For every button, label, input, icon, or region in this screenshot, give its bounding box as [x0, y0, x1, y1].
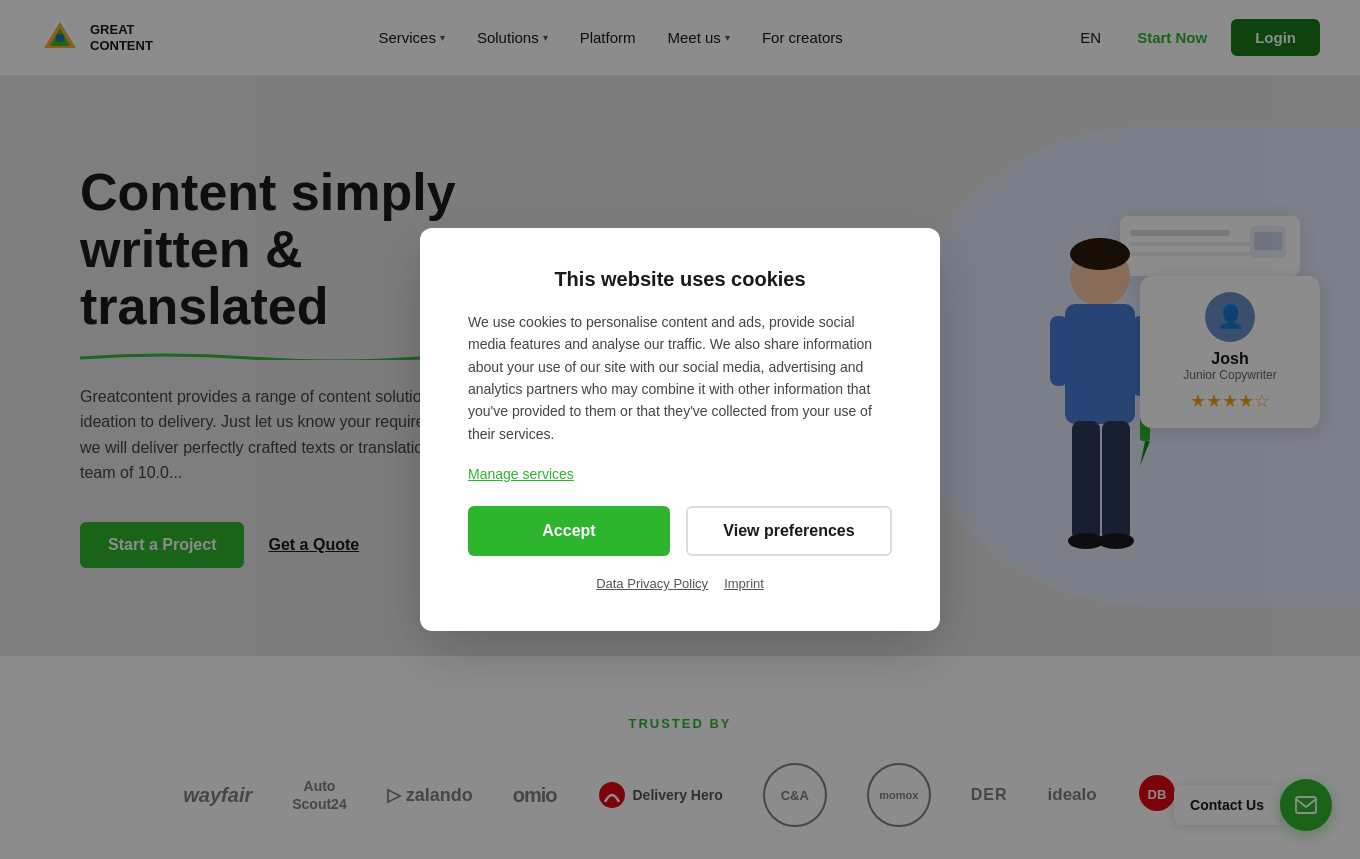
imprint-link[interactable]: Imprint — [724, 576, 764, 591]
cookie-modal-title: This website uses cookies — [468, 268, 892, 291]
view-preferences-button[interactable]: View preferences — [686, 506, 892, 556]
manage-services-link[interactable]: Manage services — [468, 466, 574, 482]
cookie-modal-footer: Data Privacy Policy Imprint — [468, 576, 892, 591]
data-privacy-link[interactable]: Data Privacy Policy — [596, 576, 708, 591]
cookie-modal: This website uses cookies We use cookies… — [420, 228, 940, 631]
cookie-modal-body: We use cookies to personalise content an… — [468, 311, 892, 445]
accept-button[interactable]: Accept — [468, 506, 670, 556]
cookie-modal-overlay: This website uses cookies We use cookies… — [0, 0, 1360, 859]
cookie-modal-buttons: Accept View preferences — [468, 506, 892, 556]
